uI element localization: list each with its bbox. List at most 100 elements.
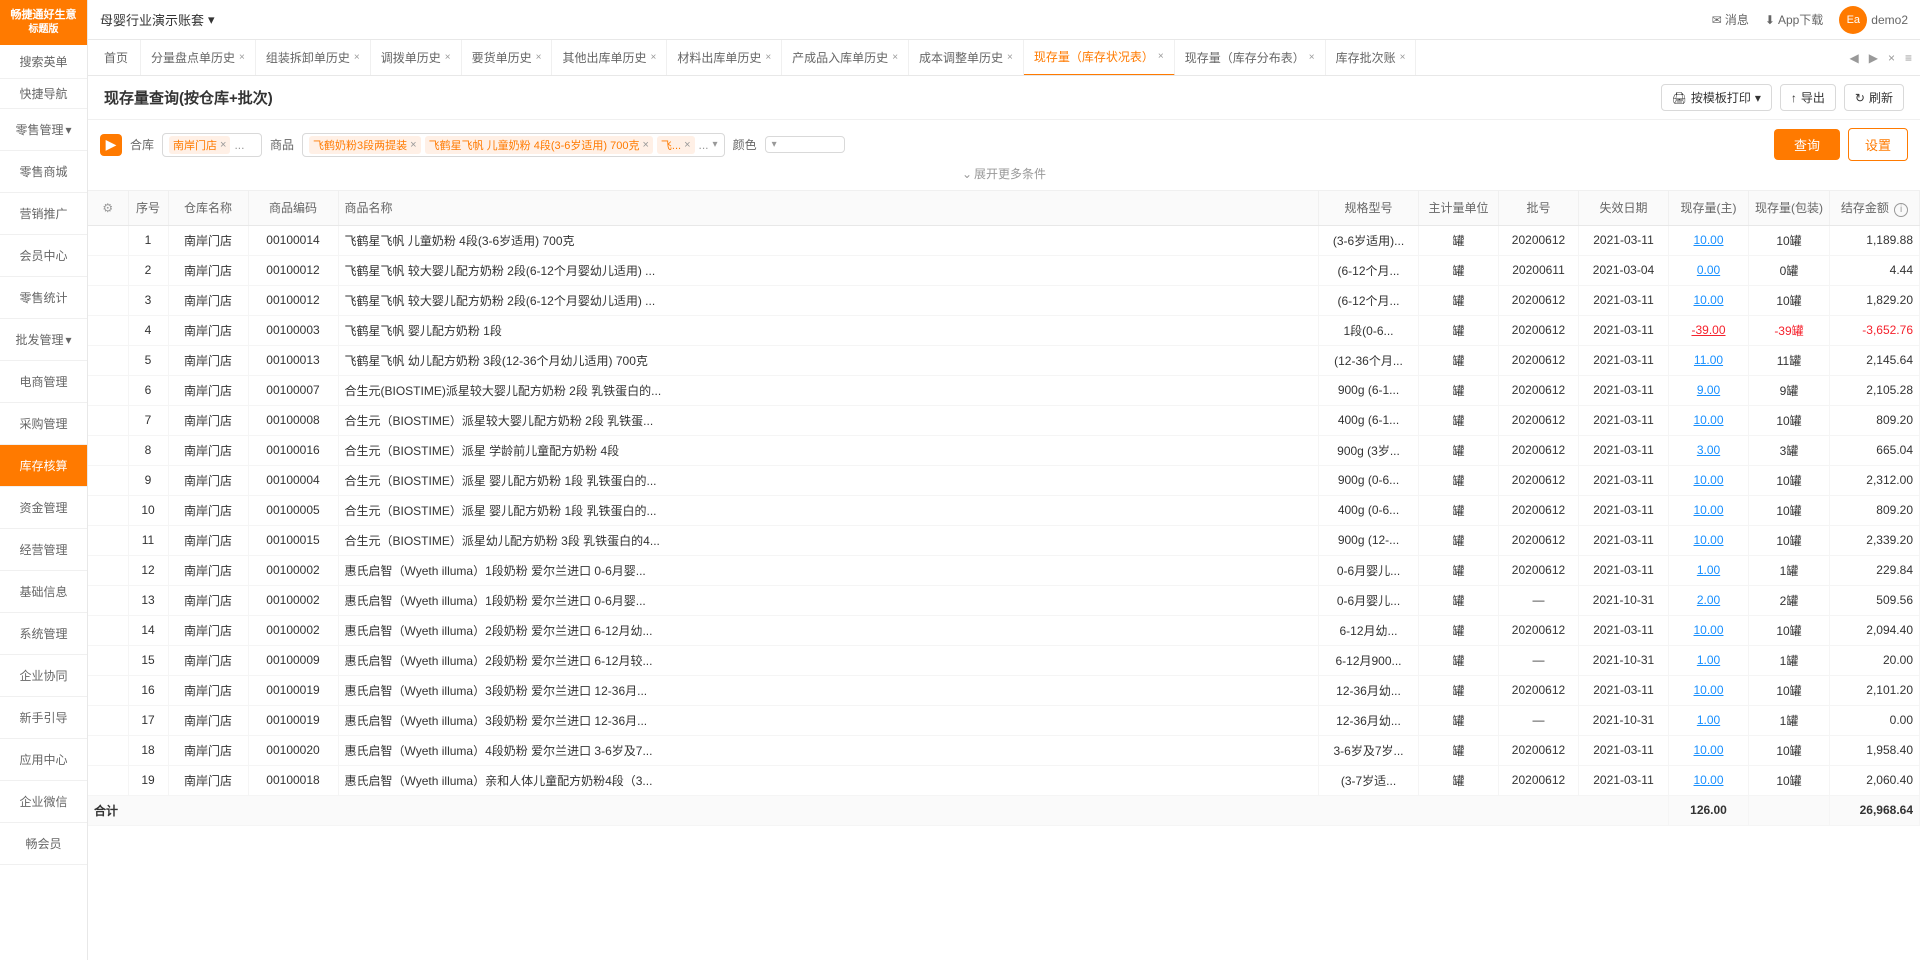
row-stock-main-18[interactable]: 10.00 <box>1669 765 1749 795</box>
tab-close-icon[interactable]: × <box>1158 51 1164 62</box>
tab-stock-dist[interactable]: 现存量（库存分布表） × <box>1175 40 1326 76</box>
messages-btn[interactable]: ✉ 消息 <box>1712 11 1749 28</box>
row-stock-main-11[interactable]: 1.00 <box>1669 555 1749 585</box>
balance-info-icon[interactable]: i <box>1894 203 1908 217</box>
row-stock-main-0[interactable]: 10.00 <box>1669 225 1749 255</box>
tab-stock-status[interactable]: 现存量（库存状况表） × <box>1024 40 1175 76</box>
tab-disassemble[interactable]: 组装拆卸单历史 × <box>256 40 371 76</box>
sidebar-item-app-center[interactable]: 应用中心 <box>0 739 87 781</box>
account-dropdown[interactable]: 母婴行业演示账套 ▾ <box>100 10 215 29</box>
expand-more-conditions[interactable]: ⌄ 展开更多条件 <box>100 165 1908 182</box>
row-stock-main-5[interactable]: 9.00 <box>1669 375 1749 405</box>
tab-close-icon[interactable]: × <box>765 52 771 63</box>
row-stock-pack-12: 2罐 <box>1749 585 1830 615</box>
tab-close-icon[interactable]: × <box>354 52 360 63</box>
row-stock-main-9[interactable]: 10.00 <box>1669 495 1749 525</box>
print-button[interactable]: 🖨 按模板打印 ▾ <box>1661 84 1772 111</box>
tab-next-arrow[interactable]: ▶ <box>1865 49 1882 67</box>
product-tag-2[interactable]: 飞鹤星飞帆 儿童奶粉 4段(3-6岁适用) 700克 × <box>425 136 653 154</box>
row-stock-main-14[interactable]: 1.00 <box>1669 645 1749 675</box>
sidebar-item-operations[interactable]: 经营管理 <box>0 529 87 571</box>
row-stock-main-8[interactable]: 10.00 <box>1669 465 1749 495</box>
settings-icon[interactable]: ⚙ <box>102 201 113 215</box>
row-stock-main-17[interactable]: 10.00 <box>1669 735 1749 765</box>
product-ellipsis[interactable]: ... <box>699 138 709 152</box>
sidebar-item-retail-stats[interactable]: 零售统计 <box>0 277 87 319</box>
product-tag-1[interactable]: 飞鹤奶粉3段两提装 × <box>309 136 421 154</box>
sidebar-item-search[interactable]: 搜索英单 <box>0 45 87 79</box>
tab-other-out[interactable]: 其他出库单历史 × <box>552 40 667 76</box>
refresh-button[interactable]: ↻ 刷新 <box>1844 84 1904 111</box>
sidebar-item-system[interactable]: 系统管理 <box>0 613 87 655</box>
warehouse-filter[interactable]: 南岸门店 × ... <box>162 133 262 157</box>
tab-prev-arrow[interactable]: ◀ <box>1846 49 1863 67</box>
sidebar-item-retail-mgmt[interactable]: 零售管理 ▾ <box>0 109 87 151</box>
query-button[interactable]: 查询 <box>1774 129 1840 160</box>
tab-home[interactable]: 首页 <box>92 40 141 76</box>
row-stock-main-6[interactable]: 10.00 <box>1669 405 1749 435</box>
export-button[interactable]: ↑ 导出 <box>1780 84 1836 111</box>
remove-warehouse-tag[interactable]: × <box>220 139 226 151</box>
row-stock-main-4[interactable]: 11.00 <box>1669 345 1749 375</box>
tab-close-all[interactable]: × <box>1884 49 1899 67</box>
remove-product-tag-2[interactable]: × <box>642 139 648 151</box>
remove-product-tag-1[interactable]: × <box>410 139 416 151</box>
color-filter[interactable]: ▾ <box>765 136 845 153</box>
sidebar-item-marketing[interactable]: 营销推广 <box>0 193 87 235</box>
sidebar-item-ecommerce[interactable]: 电商管理 <box>0 361 87 403</box>
row-gear-4 <box>88 345 128 375</box>
remove-product-tag-3[interactable]: × <box>684 139 690 151</box>
tab-close-icon[interactable]: × <box>650 52 656 63</box>
sidebar-item-enterprise-wx[interactable]: 企业微信 <box>0 781 87 823</box>
row-stock-main-16[interactable]: 1.00 <box>1669 705 1749 735</box>
tab-material-out[interactable]: 材料出库单历史 × <box>667 40 782 76</box>
tab-close-icon[interactable]: × <box>1309 52 1315 63</box>
row-stock-main-12[interactable]: 2.00 <box>1669 585 1749 615</box>
tab-cost-adjust[interactable]: 成本调整单历史 × <box>909 40 1024 76</box>
tab-split-check[interactable]: 分量盘点单历史 × <box>141 40 256 76</box>
sidebar-item-retail-shop[interactable]: 零售商城 <box>0 151 87 193</box>
color-dropdown-icon[interactable]: ▾ <box>772 139 777 150</box>
tab-close-icon[interactable]: × <box>445 52 451 63</box>
sidebar-item-inventory[interactable]: 库存核算 <box>0 445 87 487</box>
product-dropdown-icon[interactable]: ▾ <box>713 139 718 150</box>
sidebar-item-member-club[interactable]: 畅会员 <box>0 823 87 865</box>
sidebar-item-finance[interactable]: 资金管理 <box>0 487 87 529</box>
row-expire-12: 2021-10-31 <box>1579 585 1669 615</box>
settings-button[interactable]: 设置 <box>1848 128 1908 161</box>
product-tag-3[interactable]: 飞... × <box>657 136 695 154</box>
tab-close-icon[interactable]: × <box>1007 52 1013 63</box>
tab-close-icon[interactable]: × <box>892 52 898 63</box>
app-download-btn[interactable]: ⬇ App下载 <box>1765 11 1823 28</box>
warehouse-tag[interactable]: 南岸门店 × <box>169 136 230 154</box>
col-gear[interactable]: ⚙ <box>88 191 128 225</box>
sidebar-item-new-guide[interactable]: 新手引导 <box>0 697 87 739</box>
row-stock-main-10[interactable]: 10.00 <box>1669 525 1749 555</box>
sidebar-item-purchase[interactable]: 采购管理 <box>0 403 87 445</box>
tab-close-icon[interactable]: × <box>1400 52 1406 63</box>
warehouse-ellipsis[interactable]: ... <box>234 138 244 152</box>
user-menu[interactable]: Ea demo2 <box>1839 6 1908 34</box>
sidebar-item-wholesale[interactable]: 批发管理 ▾ <box>0 319 87 361</box>
sidebar-item-quick-nav[interactable]: 快捷导航 <box>0 79 87 109</box>
sidebar: 畅捷通好生意 标题版 搜索英单 快捷导航 零售管理 ▾ 零售商城 营销推广 会员… <box>0 0 88 960</box>
row-stock-main-2[interactable]: 10.00 <box>1669 285 1749 315</box>
tab-close-icon[interactable]: × <box>239 52 245 63</box>
sidebar-item-member[interactable]: 会员中心 <box>0 235 87 277</box>
row-stock-main-15[interactable]: 10.00 <box>1669 675 1749 705</box>
tab-menu-icon[interactable]: ≡ <box>1901 49 1916 67</box>
tab-close-icon[interactable]: × <box>536 52 542 63</box>
tab-sample[interactable]: 调拨单历史 × <box>371 40 462 76</box>
row-stock-main-1[interactable]: 0.00 <box>1669 255 1749 285</box>
sidebar-item-basics[interactable]: 基础信息 <box>0 571 87 613</box>
row-stock-main-13[interactable]: 10.00 <box>1669 615 1749 645</box>
row-stock-main-7[interactable]: 3.00 <box>1669 435 1749 465</box>
tab-product-in[interactable]: 产成品入库单历史 × <box>782 40 909 76</box>
row-stock-main-3[interactable]: -39.00 <box>1669 315 1749 345</box>
product-filter[interactable]: 飞鹤奶粉3段两提装 × 飞鹤星飞帆 儿童奶粉 4段(3-6岁适用) 700克 ×… <box>302 133 725 157</box>
sidebar-logo[interactable]: 畅捷通好生意 标题版 <box>0 0 87 45</box>
tab-batch-voucher[interactable]: 库存批次账 × <box>1326 40 1417 76</box>
sidebar-item-enterprise[interactable]: 企业协同 <box>0 655 87 697</box>
tab-requisition[interactable]: 要货单历史 × <box>462 40 553 76</box>
filter-toggle-button[interactable]: ▶ <box>100 134 122 156</box>
